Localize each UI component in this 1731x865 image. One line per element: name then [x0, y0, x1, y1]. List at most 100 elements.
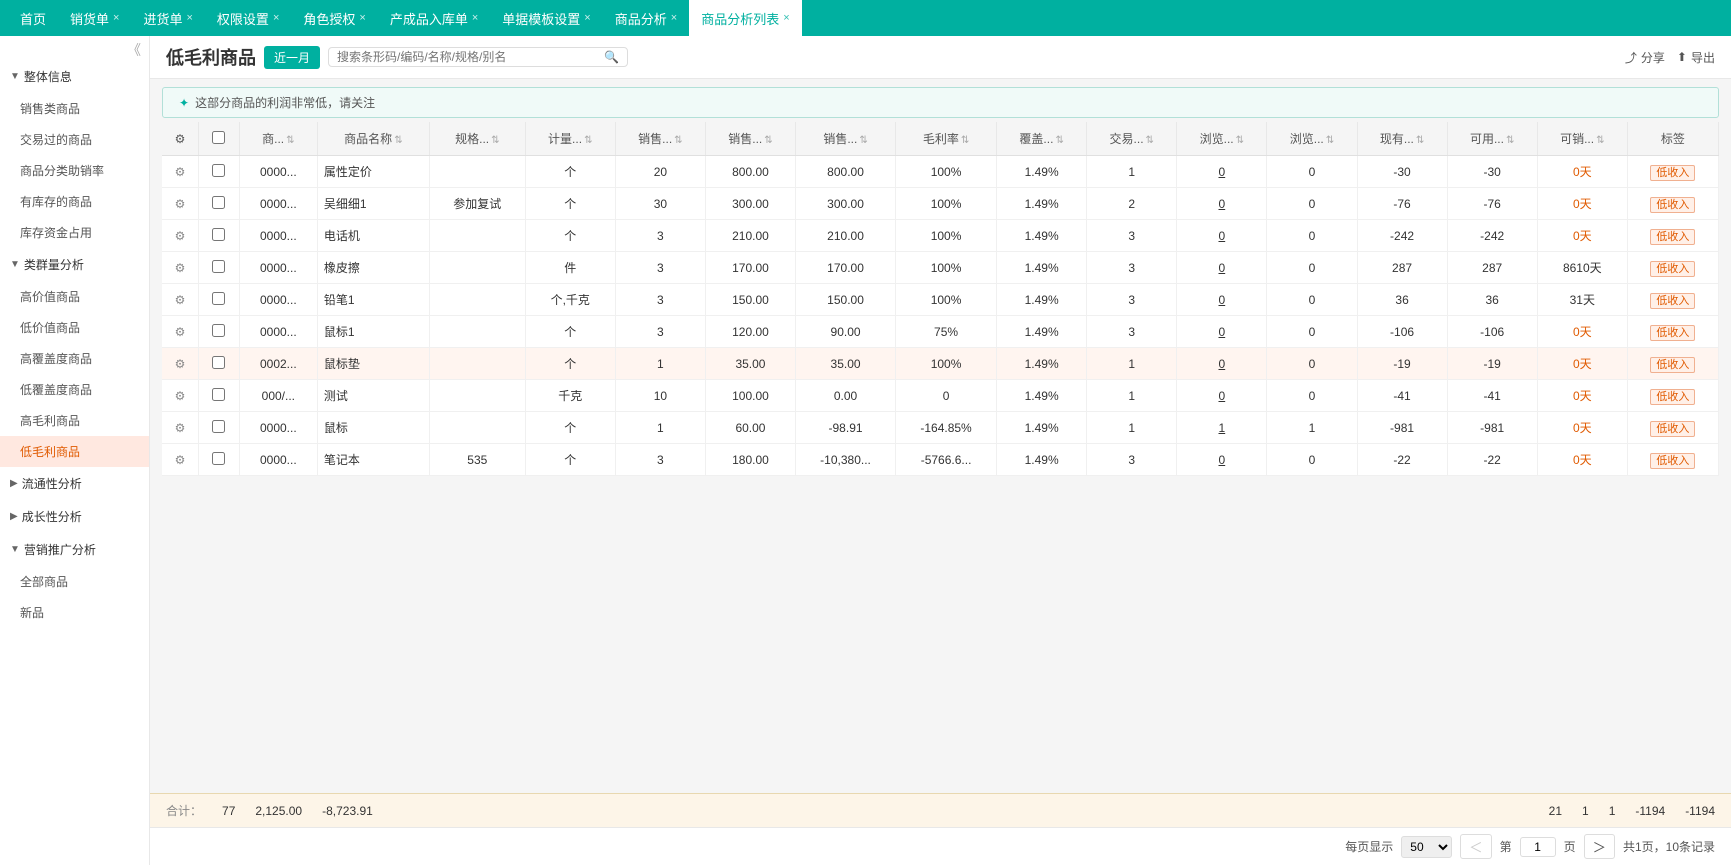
- sidebar-item-new-products[interactable]: 新品: [0, 597, 149, 628]
- share-button[interactable]: ⤴ 分享: [1625, 49, 1665, 66]
- nav-purchase-order[interactable]: 进货单 ×: [131, 0, 204, 36]
- row-checkbox[interactable]: [212, 164, 225, 177]
- sidebar-item-high-coverage[interactable]: 高覆盖度商品: [0, 343, 149, 374]
- view1-link[interactable]: 0: [1219, 197, 1226, 211]
- sidebar-section-overall[interactable]: ▼ 整体信息: [0, 60, 149, 93]
- sidebar-section-marketing[interactable]: ▼ 营销推广分析: [0, 533, 149, 566]
- view1-link[interactable]: 0: [1219, 357, 1226, 371]
- prev-page-button[interactable]: ＜: [1460, 834, 1491, 859]
- nav-template-setting[interactable]: 单据模板设置 ×: [490, 0, 602, 36]
- nav-permission-setting[interactable]: 权限设置 ×: [205, 0, 291, 36]
- next-page-button[interactable]: ＞: [1584, 834, 1615, 859]
- row-view1[interactable]: 1: [1177, 412, 1267, 444]
- row-gear-icon[interactable]: ⚙: [162, 156, 199, 188]
- nav-product-analysis-list[interactable]: 商品分析列表 ×: [689, 0, 801, 36]
- row-checkbox[interactable]: [212, 260, 225, 273]
- row-checkbox-cell[interactable]: [199, 156, 240, 188]
- nav-product-inbound[interactable]: 产成品入库单 ×: [378, 0, 490, 36]
- row-gear-icon[interactable]: ⚙: [162, 284, 199, 316]
- th-transaction[interactable]: 交易...⇅: [1087, 122, 1177, 156]
- row-checkbox-cell[interactable]: [199, 316, 240, 348]
- sidebar-section-growth[interactable]: ▶ 成长性分析: [0, 500, 149, 533]
- th-price[interactable]: 销售...⇅: [705, 122, 795, 156]
- row-checkbox[interactable]: [212, 388, 225, 401]
- view1-link[interactable]: 0: [1219, 293, 1226, 307]
- th-coverage[interactable]: 覆盖...⇅: [997, 122, 1087, 156]
- row-checkbox-cell[interactable]: [199, 444, 240, 476]
- th-name[interactable]: 商品名称⇅: [317, 122, 429, 156]
- view1-link[interactable]: 0: [1219, 165, 1226, 179]
- row-checkbox-cell[interactable]: [199, 412, 240, 444]
- sidebar-collapse-button[interactable]: 《: [127, 40, 141, 60]
- nav-sales-order[interactable]: 销货单 ×: [58, 0, 131, 36]
- row-gear-icon[interactable]: ⚙: [162, 252, 199, 284]
- sidebar-item-low-margin[interactable]: 低毛利商品: [0, 436, 149, 467]
- th-unit[interactable]: 计量...⇅: [525, 122, 615, 156]
- th-spec[interactable]: 规格...⇅: [429, 122, 525, 156]
- close-icon[interactable]: ×: [186, 12, 192, 24]
- th-view1[interactable]: 浏览...⇅: [1177, 122, 1267, 156]
- per-page-select[interactable]: 50 100 200: [1401, 836, 1452, 858]
- page-number-input[interactable]: [1520, 837, 1556, 857]
- search-input[interactable]: [337, 50, 600, 64]
- sidebar-item-low-coverage[interactable]: 低覆盖度商品: [0, 374, 149, 405]
- th-checkbox[interactable]: [199, 122, 240, 156]
- th-current[interactable]: 现有...⇅: [1357, 122, 1447, 156]
- nav-role-auth[interactable]: 角色授权 ×: [291, 0, 377, 36]
- row-checkbox[interactable]: [212, 196, 225, 209]
- row-gear-icon[interactable]: ⚙: [162, 444, 199, 476]
- nav-home[interactable]: 首页: [8, 0, 58, 36]
- close-icon[interactable]: ×: [783, 12, 789, 24]
- close-icon[interactable]: ×: [671, 12, 677, 24]
- row-view1[interactable]: 0: [1177, 348, 1267, 380]
- sidebar-item-high-value[interactable]: 高价值商品: [0, 281, 149, 312]
- row-gear-icon[interactable]: ⚙: [162, 188, 199, 220]
- filter-recent-month-button[interactable]: 近一月: [264, 46, 320, 69]
- nav-product-analysis[interactable]: 商品分析 ×: [603, 0, 689, 36]
- row-checkbox-cell[interactable]: [199, 284, 240, 316]
- row-checkbox[interactable]: [212, 292, 225, 305]
- row-view1[interactable]: 0: [1177, 316, 1267, 348]
- view1-link[interactable]: 0: [1219, 261, 1226, 275]
- th-code[interactable]: 商...⇅: [239, 122, 317, 156]
- th-qty[interactable]: 销售...⇅: [615, 122, 705, 156]
- row-view1[interactable]: 0: [1177, 156, 1267, 188]
- row-view1[interactable]: 0: [1177, 220, 1267, 252]
- row-gear-icon[interactable]: ⚙: [162, 380, 199, 412]
- close-icon[interactable]: ×: [472, 12, 478, 24]
- row-checkbox-cell[interactable]: [199, 220, 240, 252]
- view1-link[interactable]: 0: [1219, 389, 1226, 403]
- export-button[interactable]: ⬆ 导出: [1677, 49, 1715, 66]
- th-margin[interactable]: 毛利率⇅: [896, 122, 997, 156]
- row-gear-icon[interactable]: ⚙: [162, 316, 199, 348]
- sidebar-item-in-stock[interactable]: 有库存的商品: [0, 186, 149, 217]
- row-view1[interactable]: 0: [1177, 444, 1267, 476]
- row-checkbox[interactable]: [212, 452, 225, 465]
- close-icon[interactable]: ×: [584, 12, 590, 24]
- sidebar-item-sales-products[interactable]: 销售类商品: [0, 93, 149, 124]
- th-sellable[interactable]: 可销...⇅: [1537, 122, 1627, 156]
- sidebar-item-high-margin[interactable]: 高毛利商品: [0, 405, 149, 436]
- view1-link[interactable]: 0: [1219, 325, 1226, 339]
- close-icon[interactable]: ×: [113, 12, 119, 24]
- close-icon[interactable]: ×: [273, 12, 279, 24]
- select-all-checkbox[interactable]: [212, 131, 225, 144]
- th-sales[interactable]: 销售...⇅: [796, 122, 896, 156]
- row-view1[interactable]: 0: [1177, 284, 1267, 316]
- row-checkbox[interactable]: [212, 228, 225, 241]
- view1-link[interactable]: 0: [1219, 229, 1226, 243]
- row-gear-icon[interactable]: ⚙: [162, 348, 199, 380]
- view1-link[interactable]: 1: [1219, 421, 1226, 435]
- sidebar-section-liquidity[interactable]: ▶ 流通性分析: [0, 467, 149, 500]
- sidebar-item-traded-products[interactable]: 交易过的商品: [0, 124, 149, 155]
- th-gear[interactable]: ⚙: [162, 122, 199, 156]
- row-checkbox-cell[interactable]: [199, 188, 240, 220]
- row-view1[interactable]: 0: [1177, 380, 1267, 412]
- sidebar-item-stock-capital[interactable]: 库存资金占用: [0, 217, 149, 248]
- row-checkbox[interactable]: [212, 420, 225, 433]
- sidebar-section-group-analysis[interactable]: ▼ 类群量分析: [0, 248, 149, 281]
- sidebar-item-low-value[interactable]: 低价值商品: [0, 312, 149, 343]
- row-gear-icon[interactable]: ⚙: [162, 412, 199, 444]
- row-view1[interactable]: 0: [1177, 252, 1267, 284]
- row-checkbox-cell[interactable]: [199, 252, 240, 284]
